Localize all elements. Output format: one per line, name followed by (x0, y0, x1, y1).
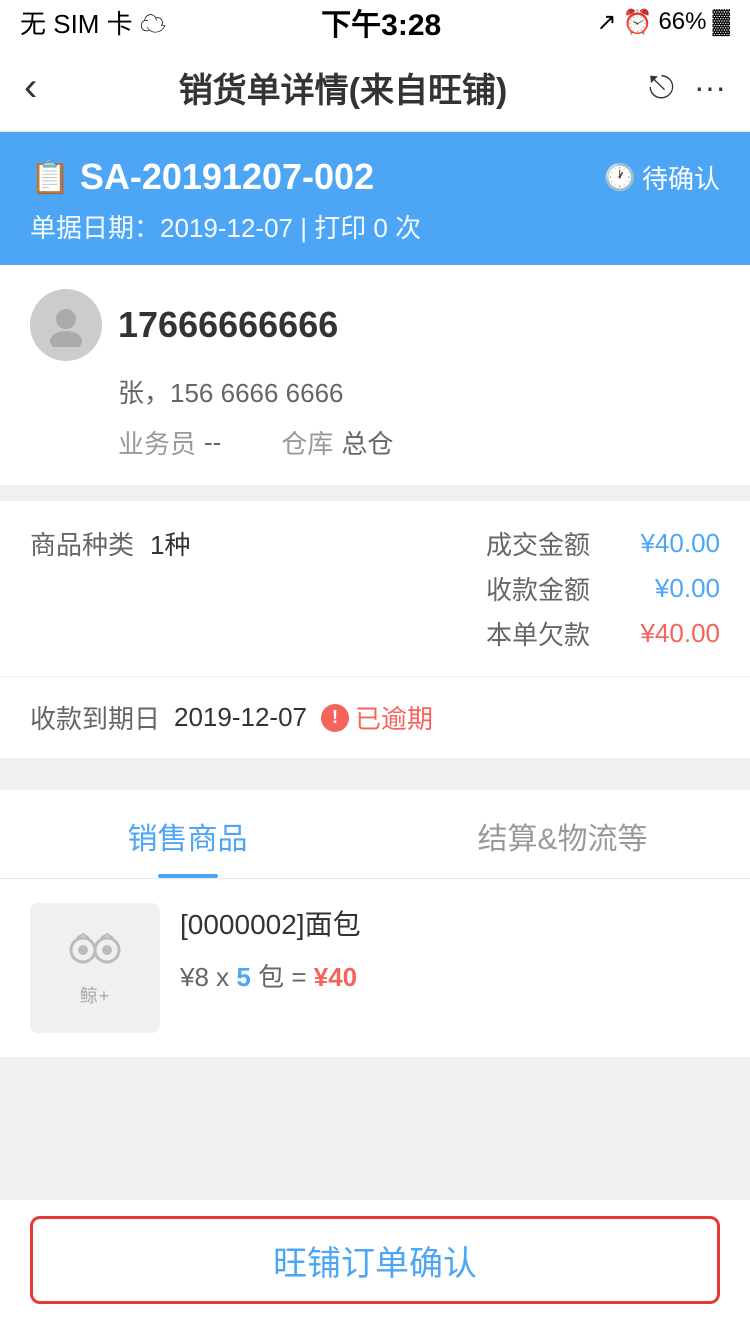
equals: = (291, 962, 313, 992)
due-label: 收款到期日 (30, 699, 160, 736)
sim-status: 无 SIM 卡 ☁ (20, 4, 166, 41)
product-unit: 包 (258, 962, 284, 992)
received-row: 收款金额 ¥0.00 (486, 570, 720, 607)
amount-label: 成交金额 (486, 525, 590, 562)
product-price-row: ¥8 x 5 包 = ¥40 (180, 957, 720, 994)
tabs-bar: 销售商品 结算&物流等 (0, 790, 750, 879)
warehouse-val: 总仓 (341, 424, 393, 461)
back-button[interactable]: ‹ (24, 65, 37, 110)
order-meta: 单据日期：2019-12-07 | 打印 0 次 (30, 208, 720, 245)
product-info: [0000002]面包 ¥8 x 5 包 = ¥40 (180, 903, 720, 994)
clock-icon: 🕐 (604, 162, 636, 193)
balance-row: 本单欠款 ¥40.00 (486, 615, 720, 652)
avatar (30, 289, 102, 361)
due-date: 2019-12-07 (174, 702, 307, 733)
due-date-section: 收款到期日 2019-12-07 ! 已逾期 (0, 676, 750, 758)
thumb-logo-text: 鲸+ (80, 982, 111, 1008)
product-price: ¥8 (180, 962, 209, 992)
order-id: 📋 SA-20191207-002 (30, 156, 374, 198)
status-bar: 无 SIM 卡 ☁ 下午3:28 ↗ ⏰ 66% ▓ (0, 0, 750, 44)
more-button[interactable]: ··· (694, 69, 726, 106)
location-icon: ↗ (596, 8, 616, 37)
summary-section: 商品种类 1种 成交金额 ¥40.00 收款金额 ¥0.00 本单欠款 ¥40.… (0, 501, 750, 676)
salesperson-info: 业务员 -- (118, 424, 221, 461)
page-title: 销货单详情(来自旺铺) (179, 63, 508, 112)
overdue-text: 已逾期 (355, 699, 433, 736)
tab-products[interactable]: 销售商品 (0, 790, 375, 878)
customer-row: 17666666666 (30, 289, 720, 361)
divider-2 (0, 758, 750, 774)
header-card: 📋 SA-20191207-002 🕐 待确认 单据日期：2019-12-07 … (0, 132, 750, 265)
nav-bar: ‹ 销货单详情(来自旺铺) ⎋ ··· (0, 44, 750, 132)
summary-left: 商品种类 1种 (30, 525, 190, 562)
order-status: 🕐 待确认 (604, 159, 720, 196)
product-total: ¥40 (314, 962, 357, 992)
overdue-badge: ! 已逾期 (321, 699, 433, 736)
battery-level: 66% (658, 8, 706, 36)
status-time: 下午3:28 (321, 0, 441, 44)
nav-actions: ⎋ ··· (649, 69, 726, 107)
received-val: ¥0.00 (610, 573, 720, 604)
summary-right: 成交金额 ¥40.00 收款金额 ¥0.00 本单欠款 ¥40.00 (486, 525, 720, 652)
status-right: ↗ ⏰ 66% ▓ (596, 8, 730, 37)
category-label: 商品种类 (30, 525, 134, 562)
confirm-order-button[interactable]: 旺铺订单确认 (30, 1216, 720, 1304)
salesperson-label: 业务员 (118, 424, 196, 461)
amount-val: ¥40.00 (610, 528, 720, 559)
amount-row: 成交金额 ¥40.00 (486, 525, 720, 562)
alarm-icon: ⏰ (623, 8, 653, 37)
warehouse-info: 仓库 总仓 (281, 424, 393, 461)
overdue-dot-icon: ! (321, 704, 349, 732)
product-name: [0000002]面包 (180, 903, 720, 943)
thumb-logo: 鲸+ (65, 928, 125, 1008)
category-val: 1种 (150, 525, 190, 562)
order-icon: 📋 (30, 158, 70, 196)
customer-info-row: 业务员 -- 仓库 总仓 (30, 424, 720, 461)
customer-section: 17666666666 张，156 6666 6666 业务员 -- 仓库 总仓 (0, 265, 750, 485)
divider-1 (0, 485, 750, 501)
status-left: 无 SIM 卡 ☁ (20, 4, 166, 41)
product-thumbnail: 鲸+ (30, 903, 160, 1033)
price-separator: x (216, 962, 236, 992)
battery-icon: ▓ (713, 8, 731, 36)
received-label: 收款金额 (486, 570, 590, 607)
balance-label: 本单欠款 (486, 615, 590, 652)
product-quantity: 5 (236, 962, 250, 992)
tab-settlement[interactable]: 结算&物流等 (375, 790, 750, 878)
bottom-bar: 旺铺订单确认 (0, 1200, 750, 1334)
warehouse-label: 仓库 (281, 424, 333, 461)
product-item: 鲸+ [0000002]面包 ¥8 x 5 包 = ¥40 (0, 879, 750, 1057)
customer-sub: 张，156 6666 6666 (30, 373, 720, 410)
customer-phone: 17666666666 (118, 304, 338, 346)
salesperson-val: -- (204, 427, 221, 458)
balance-val: ¥40.00 (610, 618, 720, 649)
share-button[interactable]: ⎋ (649, 69, 674, 107)
